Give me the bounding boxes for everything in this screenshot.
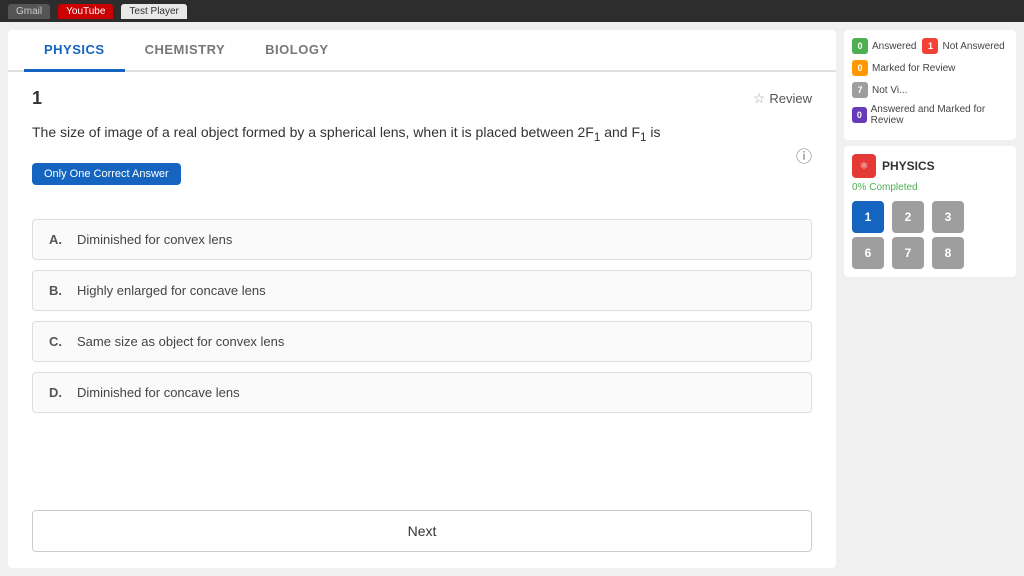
next-button[interactable]: Next	[32, 510, 812, 552]
legend-container: 0 Answered 1 Not Answered 0 Marked for R…	[844, 30, 1016, 140]
option-b-label: B.	[49, 283, 65, 298]
question-grid: 1 2 3 6 7 8	[852, 201, 1008, 269]
tab-chemistry[interactable]: CHEMISTRY	[125, 30, 246, 70]
only-one-label: Only One Correct Answer	[32, 163, 181, 185]
not-visited-dot: 7	[852, 82, 868, 98]
not-visited-label: Not Vi...	[872, 85, 907, 96]
option-d-text: Diminished for concave lens	[77, 385, 240, 400]
answered-marked-label: Answered and Marked for Review	[871, 104, 1008, 126]
q-btn-1[interactable]: 1	[852, 201, 884, 233]
option-b-text: Highly enlarged for concave lens	[77, 283, 266, 298]
subject-name: PHYSICS	[882, 159, 935, 173]
subject-icon: ⚛	[852, 154, 876, 178]
main-container: PHYSICS CHEMISTRY BIOLOGY 1 ☆ Review The…	[0, 22, 1024, 576]
legend-not-answered: 1 Not Answered	[922, 38, 1004, 54]
review-label: Review	[769, 91, 812, 106]
subject-tabs: PHYSICS CHEMISTRY BIOLOGY	[8, 30, 836, 72]
not-answered-label: Not Answered	[942, 41, 1004, 52]
question-header: 1 ☆ Review	[32, 88, 812, 109]
question-text-part1: The size of image of a real object forme…	[32, 124, 661, 140]
browser-bar: Gmail YouTube Test Player	[0, 0, 1024, 22]
youtube-tab[interactable]: YouTube	[58, 4, 113, 19]
legend-row-1: 0 Answered 1 Not Answered	[852, 38, 1008, 54]
legend-row-3: 0 Answered and Marked for Review	[852, 104, 1008, 126]
test-player-tab[interactable]: Test Player	[121, 4, 186, 19]
q-btn-6[interactable]: 6	[852, 237, 884, 269]
option-d-label: D.	[49, 385, 65, 400]
option-c[interactable]: C. Same size as object for convex lens	[32, 321, 812, 362]
q-btn-empty-4	[972, 201, 1004, 233]
answer-type-badge: Only One Correct Answer ⓘ	[32, 163, 812, 201]
subject-progress: 0% Completed	[852, 182, 1008, 193]
tab-physics[interactable]: PHYSICS	[24, 30, 125, 72]
option-a-text: Diminished for convex lens	[77, 232, 232, 247]
q-btn-8[interactable]: 8	[932, 237, 964, 269]
legend-row-2: 0 Marked for Review 7 Not Vi...	[852, 60, 1008, 98]
option-c-text: Same size as object for convex lens	[77, 334, 284, 349]
legend-answered: 0 Answered	[852, 38, 916, 54]
subject-header: ⚛ PHYSICS	[852, 154, 1008, 178]
option-b[interactable]: B. Highly enlarged for concave lens	[32, 270, 812, 311]
legend-not-visited: 7 Not Vi...	[852, 82, 907, 98]
option-d[interactable]: D. Diminished for concave lens	[32, 372, 812, 413]
info-icon[interactable]: ⓘ	[796, 143, 812, 167]
subject-section: ⚛ PHYSICS 0% Completed 1 2 3 6 7 8	[844, 146, 1016, 277]
marked-label: Marked for Review	[872, 63, 955, 74]
gmail-tab[interactable]: Gmail	[8, 4, 50, 19]
option-a[interactable]: A. Diminished for convex lens	[32, 219, 812, 260]
answered-dot: 0	[852, 38, 868, 54]
option-c-label: C.	[49, 334, 65, 349]
q-btn-3[interactable]: 3	[932, 201, 964, 233]
question-text: The size of image of a real object forme…	[32, 121, 812, 147]
tab-biology[interactable]: BIOLOGY	[245, 30, 348, 70]
legend-answered-marked: 0 Answered and Marked for Review	[852, 104, 1008, 126]
option-a-label: A.	[49, 232, 65, 247]
right-panel: 0 Answered 1 Not Answered 0 Marked for R…	[844, 22, 1024, 576]
left-panel: PHYSICS CHEMISTRY BIOLOGY 1 ☆ Review The…	[8, 30, 836, 568]
review-button[interactable]: ☆ Review	[753, 90, 812, 107]
q-btn-7[interactable]: 7	[892, 237, 924, 269]
question-area: 1 ☆ Review The size of image of a real o…	[8, 72, 836, 498]
question-number: 1	[32, 88, 42, 109]
not-answered-dot: 1	[922, 38, 938, 54]
answered-label: Answered	[872, 41, 916, 52]
legend-marked: 0 Marked for Review	[852, 60, 955, 76]
q-btn-2[interactable]: 2	[892, 201, 924, 233]
star-icon: ☆	[753, 90, 766, 107]
answered-marked-dot: 0	[852, 107, 867, 123]
marked-dot: 0	[852, 60, 868, 76]
next-btn-container: Next	[8, 498, 836, 568]
